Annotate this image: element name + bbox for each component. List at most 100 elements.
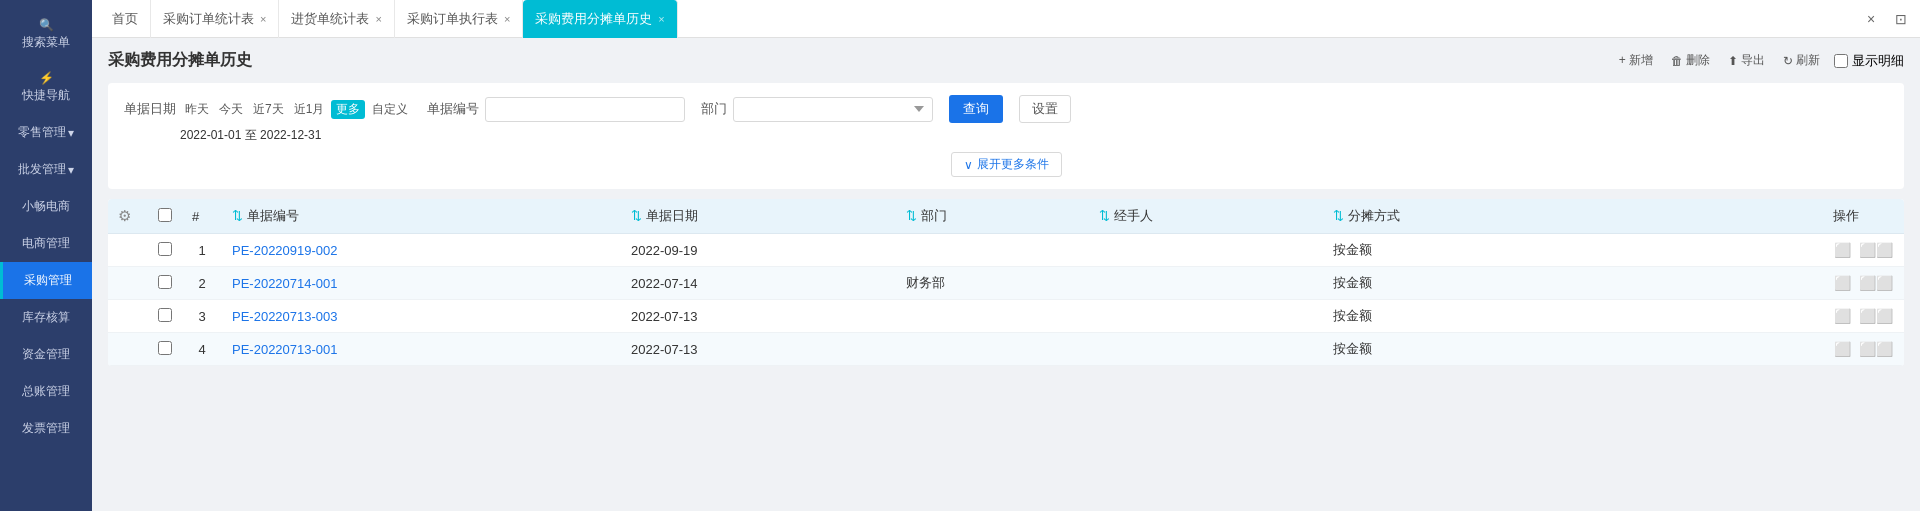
th-settings[interactable]: ⚙ (108, 199, 148, 234)
td-split-method: 按金额 (1323, 333, 1823, 366)
show-detail-input[interactable] (1834, 54, 1848, 68)
column-settings-icon[interactable]: ⚙ (118, 207, 131, 224)
tab-purchase-cost-history[interactable]: 采购费用分摊单历史 × (523, 0, 677, 38)
dept-select[interactable] (733, 97, 933, 122)
doc-no-input[interactable] (485, 97, 685, 122)
shortcut-yesterday[interactable]: 昨天 (182, 100, 212, 119)
delete-button[interactable]: 🗑 删除 (1667, 50, 1714, 71)
sidebar-item-ledger-mgmt[interactable]: 总账管理 (0, 373, 92, 410)
edit-button-3[interactable]: ⬜ (1833, 340, 1852, 358)
sidebar-item-label: 搜索菜单 (4, 34, 88, 51)
td-dept (896, 234, 1089, 267)
td-doc-no: PE-20220714-001 (222, 267, 621, 300)
row-checkbox-1[interactable] (158, 275, 172, 289)
th-doc-no[interactable]: ⇅ 单据编号 (222, 199, 621, 234)
tab-incoming-stats[interactable]: 进货单统计表 × (279, 0, 394, 38)
page-content: 采购费用分摊单历史 + 新增 🗑 删除 ⬆ 导出 ↻ 刷新 显示明细 (92, 38, 1920, 511)
shortcut-1month[interactable]: 近1月 (291, 100, 328, 119)
tab-purchase-order-stats[interactable]: 采购订单统计表 × (151, 0, 279, 38)
sidebar-item-capital-mgmt[interactable]: 资金管理 (0, 336, 92, 373)
more-button-1[interactable]: ⬜⬜ (1858, 274, 1894, 292)
filter-area: 单据日期 昨天 今天 近7天 近1月 更多 自定义 单据编号 (108, 83, 1904, 189)
sidebar-item-search-menu[interactable]: 🔍 搜索菜单 (0, 8, 92, 61)
table-row: 2 PE-20220714-001 2022-07-14 财务部 按金额 ⬜ ⬜… (108, 267, 1904, 300)
row-checkbox-2[interactable] (158, 308, 172, 322)
th-dept[interactable]: ⇅ 部门 (896, 199, 1089, 234)
sidebar-item-wholesale-mgmt[interactable]: 批发管理 ▾ (0, 151, 92, 188)
date-range-display: 2022-01-01 至 2022-12-31 (180, 128, 321, 142)
chevron-down-icon: ∨ (964, 158, 973, 172)
shortcut-more[interactable]: 更多 (331, 100, 365, 119)
th-doc-date[interactable]: ⇅ 单据日期 (621, 199, 896, 234)
sidebar-item-ecom-mgmt[interactable]: 电商管理 (0, 225, 92, 262)
add-button[interactable]: + 新增 (1615, 50, 1657, 71)
row-checkbox-0[interactable] (158, 242, 172, 256)
sidebar-item-invoice-mgmt[interactable]: 发票管理 (0, 410, 92, 447)
table-row: 3 PE-20220713-003 2022-07-13 按金额 ⬜ ⬜⬜ (108, 300, 1904, 333)
edit-button-0[interactable]: ⬜ (1833, 241, 1852, 259)
td-no: 4 (182, 333, 222, 366)
td-doc-no: PE-20220919-002 (222, 234, 621, 267)
sort-icon: ⇅ (631, 208, 642, 223)
doc-no-link-1[interactable]: PE-20220714-001 (232, 276, 338, 291)
tab-home[interactable]: 首页 (100, 0, 151, 38)
setting-button[interactable]: 设置 (1019, 95, 1071, 123)
tab-close-incoming-stats[interactable]: × (375, 13, 381, 25)
row-checkbox-3[interactable] (158, 341, 172, 355)
tab-label: 采购费用分摊单历史 (535, 10, 652, 28)
chevron-down-icon: ▾ (68, 163, 74, 177)
close-all-tabs-button[interactable]: × (1860, 8, 1882, 30)
sidebar-item-inventory[interactable]: 库存核算 (0, 299, 92, 336)
tab-bar: 首页 采购订单统计表 × 进货单统计表 × 采购订单执行表 × 采购费用分摊单历… (92, 0, 1920, 38)
td-no: 2 (182, 267, 222, 300)
page-header: 采购费用分摊单历史 + 新增 🗑 删除 ⬆ 导出 ↻ 刷新 显示明细 (108, 50, 1904, 71)
sidebar-item-quick-nav[interactable]: ⚡ 快捷导航 (0, 61, 92, 114)
more-button-2[interactable]: ⬜⬜ (1858, 307, 1894, 325)
more-button-0[interactable]: ⬜⬜ (1858, 241, 1894, 259)
tab-close-purchase-cost-history[interactable]: × (658, 13, 664, 25)
doc-no-link-2[interactable]: PE-20220713-003 (232, 309, 338, 324)
expand-conditions-button[interactable]: ∨ 展开更多条件 (951, 152, 1062, 177)
tab-home-label: 首页 (112, 10, 138, 28)
td-ops: ⬜ ⬜⬜ (1823, 234, 1904, 267)
doc-no-link-3[interactable]: PE-20220713-001 (232, 342, 338, 357)
shortcut-today[interactable]: 今天 (216, 100, 246, 119)
tab-label: 采购订单统计表 (163, 10, 254, 28)
tab-close-purchase-order-stats[interactable]: × (260, 13, 266, 25)
tab-purchase-order-exec[interactable]: 采购订单执行表 × (395, 0, 523, 38)
td-handler (1089, 267, 1323, 300)
header-actions: + 新增 🗑 删除 ⬆ 导出 ↻ 刷新 显示明细 (1615, 50, 1904, 71)
td-ops: ⬜ ⬜⬜ (1823, 333, 1904, 366)
edit-button-1[interactable]: ⬜ (1833, 274, 1852, 292)
select-all-checkbox[interactable] (158, 208, 172, 222)
sidebar-item-label: 资金管理 (22, 347, 70, 361)
doc-no-filter-group: 单据编号 (427, 97, 685, 122)
sidebar-item-label: 发票管理 (22, 421, 70, 435)
doc-no-label: 单据编号 (427, 100, 479, 118)
restore-window-button[interactable]: ⊡ (1890, 8, 1912, 30)
td-handler (1089, 333, 1323, 366)
edit-button-2[interactable]: ⬜ (1833, 307, 1852, 325)
sidebar-item-retail-mgmt[interactable]: 零售管理 ▾ (0, 114, 92, 151)
tab-label: 进货单统计表 (291, 10, 369, 28)
td-checkbox (148, 267, 182, 300)
shortcut-custom[interactable]: 自定义 (369, 100, 411, 119)
tab-close-purchase-order-exec[interactable]: × (504, 13, 510, 25)
sidebar-item-purchase-mgmt[interactable]: 采购管理 (0, 262, 92, 299)
dept-filter-group: 部门 (701, 97, 933, 122)
doc-no-link-0[interactable]: PE-20220919-002 (232, 243, 338, 258)
table-row: 4 PE-20220713-001 2022-07-13 按金额 ⬜ ⬜⬜ (108, 333, 1904, 366)
th-handler[interactable]: ⇅ 经手人 (1089, 199, 1323, 234)
show-detail-checkbox[interactable]: 显示明细 (1834, 52, 1904, 70)
more-button-3[interactable]: ⬜⬜ (1858, 340, 1894, 358)
shortcut-7days[interactable]: 近7天 (250, 100, 287, 119)
td-ops: ⬜ ⬜⬜ (1823, 300, 1904, 333)
td-checkbox (148, 234, 182, 267)
date-filter-group: 单据日期 昨天 今天 近7天 近1月 更多 自定义 (124, 100, 411, 119)
query-button[interactable]: 查询 (949, 95, 1003, 123)
refresh-button[interactable]: ↻ 刷新 (1779, 50, 1824, 71)
td-doc-no: PE-20220713-001 (222, 333, 621, 366)
export-button[interactable]: ⬆ 导出 (1724, 50, 1769, 71)
sidebar-item-mini-ecom[interactable]: 小畅电商 (0, 188, 92, 225)
th-split-method[interactable]: ⇅ 分摊方式 (1323, 199, 1823, 234)
